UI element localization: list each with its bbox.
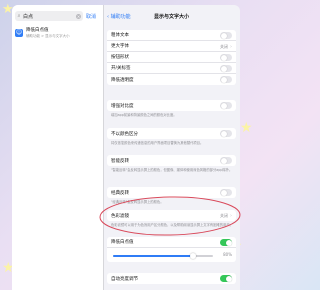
button-shapes-toggle[interactable] <box>220 54 232 61</box>
differentiate-colors-group: 不以颜色区分 <box>107 128 236 139</box>
wallpaper-star-icon: ★ <box>240 120 253 136</box>
chevron-right-icon: › <box>230 43 232 50</box>
differentiate-colors-label: 不以颜色区分 <box>111 131 138 137</box>
search-icon: ⌕ <box>17 13 21 19</box>
auto-brightness-label: 自动亮度调节 <box>111 276 138 282</box>
smart-invert-footnote: "智能反转"会反转显示屏上的颜色，但图像、媒体和使用深色风格的部分app除外。 <box>111 168 233 172</box>
button-shapes-label: 按钮形状 <box>111 55 129 60</box>
smart-invert-label: 智能反转 <box>111 158 129 164</box>
classic-invert-row[interactable]: 经典反转 <box>107 187 236 198</box>
chevron-right-icon: › <box>230 212 232 219</box>
reduce-white-point-row[interactable]: 降低白点值 <box>107 237 236 248</box>
navigation-bar: ‹ 辅助功能 显示与文字大小 <box>103 5 240 25</box>
accessibility-icon: ☺ <box>15 29 23 37</box>
reduce-white-point-toggle[interactable] <box>220 239 232 246</box>
white-point-slider-fill <box>113 255 193 257</box>
button-shapes-row[interactable]: 按钮形状 <box>107 52 236 63</box>
larger-text-row[interactable]: 更大字体 关闭 › <box>107 41 236 52</box>
search-result-title: 降低白点值 <box>26 28 49 33</box>
auto-brightness-group: 自动亮度调节 <box>107 273 236 284</box>
on-off-labels-label: 开/关标签 <box>111 66 131 71</box>
increase-contrast-group: 增强对比度 <box>107 100 236 111</box>
bold-text-toggle[interactable] <box>220 32 232 39</box>
differentiate-colors-toggle[interactable] <box>220 130 232 137</box>
increase-contrast-footnote: 增加app前景和背景颜色之间的颜色对比度。 <box>111 113 177 117</box>
on-off-labels-row[interactable]: 开/关标签 <box>107 63 236 74</box>
classic-invert-footnote: "经典反转"会反转显示屏上的颜色。 <box>111 200 164 204</box>
search-query: 白点 <box>23 13 34 20</box>
search-result-item[interactable]: ☺ 降低白点值 辅助功能 > 显示与文字大小 <box>15 26 99 40</box>
white-point-slider[interactable] <box>113 252 213 259</box>
detail-pane: ‹ 辅助功能 显示与文字大小 粗体文本 更大字体 关闭 › 按钮形状 开/关标签… <box>103 5 240 290</box>
page-title: 显示与文字大小 <box>153 14 189 20</box>
differentiate-colors-footnote: 将仅依靠颜色来传递信息的用户界面项目替换为其他替代项目。 <box>111 141 204 145</box>
classic-invert-label: 经典反转 <box>111 190 129 196</box>
on-off-labels-toggle[interactable] <box>220 65 232 72</box>
smart-invert-toggle[interactable] <box>220 157 232 164</box>
bold-text-row[interactable]: 粗体文本 <box>107 30 236 41</box>
differentiate-colors-row[interactable]: 不以颜色区分 <box>107 128 236 139</box>
color-filters-footnote: 色彩滤镜可以用于为色盲用户区分颜色，以及帮助阅读显示屏上文字有困难的用户。 <box>111 223 233 227</box>
auto-brightness-row[interactable]: 自动亮度调节 <box>107 273 236 284</box>
reduce-white-point-group: 降低白点值 80% <box>107 237 236 262</box>
smart-invert-group: 智能反转 <box>107 155 236 166</box>
color-filters-group: 色彩滤镜 关闭 › <box>107 210 236 221</box>
reduce-transparency-label: 降低透明度 <box>111 77 134 83</box>
increase-contrast-label: 增强对比度 <box>111 103 134 109</box>
smart-invert-row[interactable]: 智能反转 <box>107 155 236 166</box>
text-options-group: 粗体文本 更大字体 关闭 › 按钮形状 开/关标签 降低透明度 <box>107 30 236 85</box>
white-point-slider-handle[interactable] <box>190 252 196 259</box>
classic-invert-toggle[interactable] <box>220 189 232 196</box>
color-filters-row[interactable]: 色彩滤镜 关闭 › <box>107 210 236 221</box>
larger-text-value: 关闭 <box>220 43 228 49</box>
increase-contrast-row[interactable]: 增强对比度 <box>107 100 236 111</box>
settings-sidebar: ⌕ 白点 × 取消 ☺ 降低白点值 辅助功能 > 显示与文字大小 <box>12 5 104 290</box>
classic-invert-group: 经典反转 <box>107 187 236 198</box>
white-point-value: 80% <box>223 252 232 257</box>
increase-contrast-toggle[interactable] <box>220 102 232 109</box>
reduce-white-point-label: 降低白点值 <box>111 240 134 245</box>
reduce-transparency-toggle[interactable] <box>220 76 232 83</box>
color-filters-label: 色彩滤镜 <box>111 213 129 219</box>
clear-search-icon[interactable]: × <box>76 13 81 19</box>
larger-text-label: 更大字体 <box>111 44 129 49</box>
auto-brightness-toggle[interactable] <box>220 275 232 282</box>
settings-window: ⌕ 白点 × 取消 ☺ 降低白点值 辅助功能 > 显示与文字大小 ‹ 辅助功能 … <box>12 5 240 290</box>
cancel-search-button[interactable]: 取消 <box>86 13 96 20</box>
color-filters-value: 关闭 <box>220 212 228 218</box>
reduce-transparency-row[interactable]: 降低透明度 <box>107 74 236 85</box>
search-result-subtitle: 辅助功能 > 显示与文字大小 <box>26 34 70 38</box>
bold-text-label: 粗体文本 <box>111 33 129 38</box>
white-point-slider-row: 80% <box>107 248 236 262</box>
search-input[interactable]: ⌕ 白点 × <box>15 11 83 21</box>
